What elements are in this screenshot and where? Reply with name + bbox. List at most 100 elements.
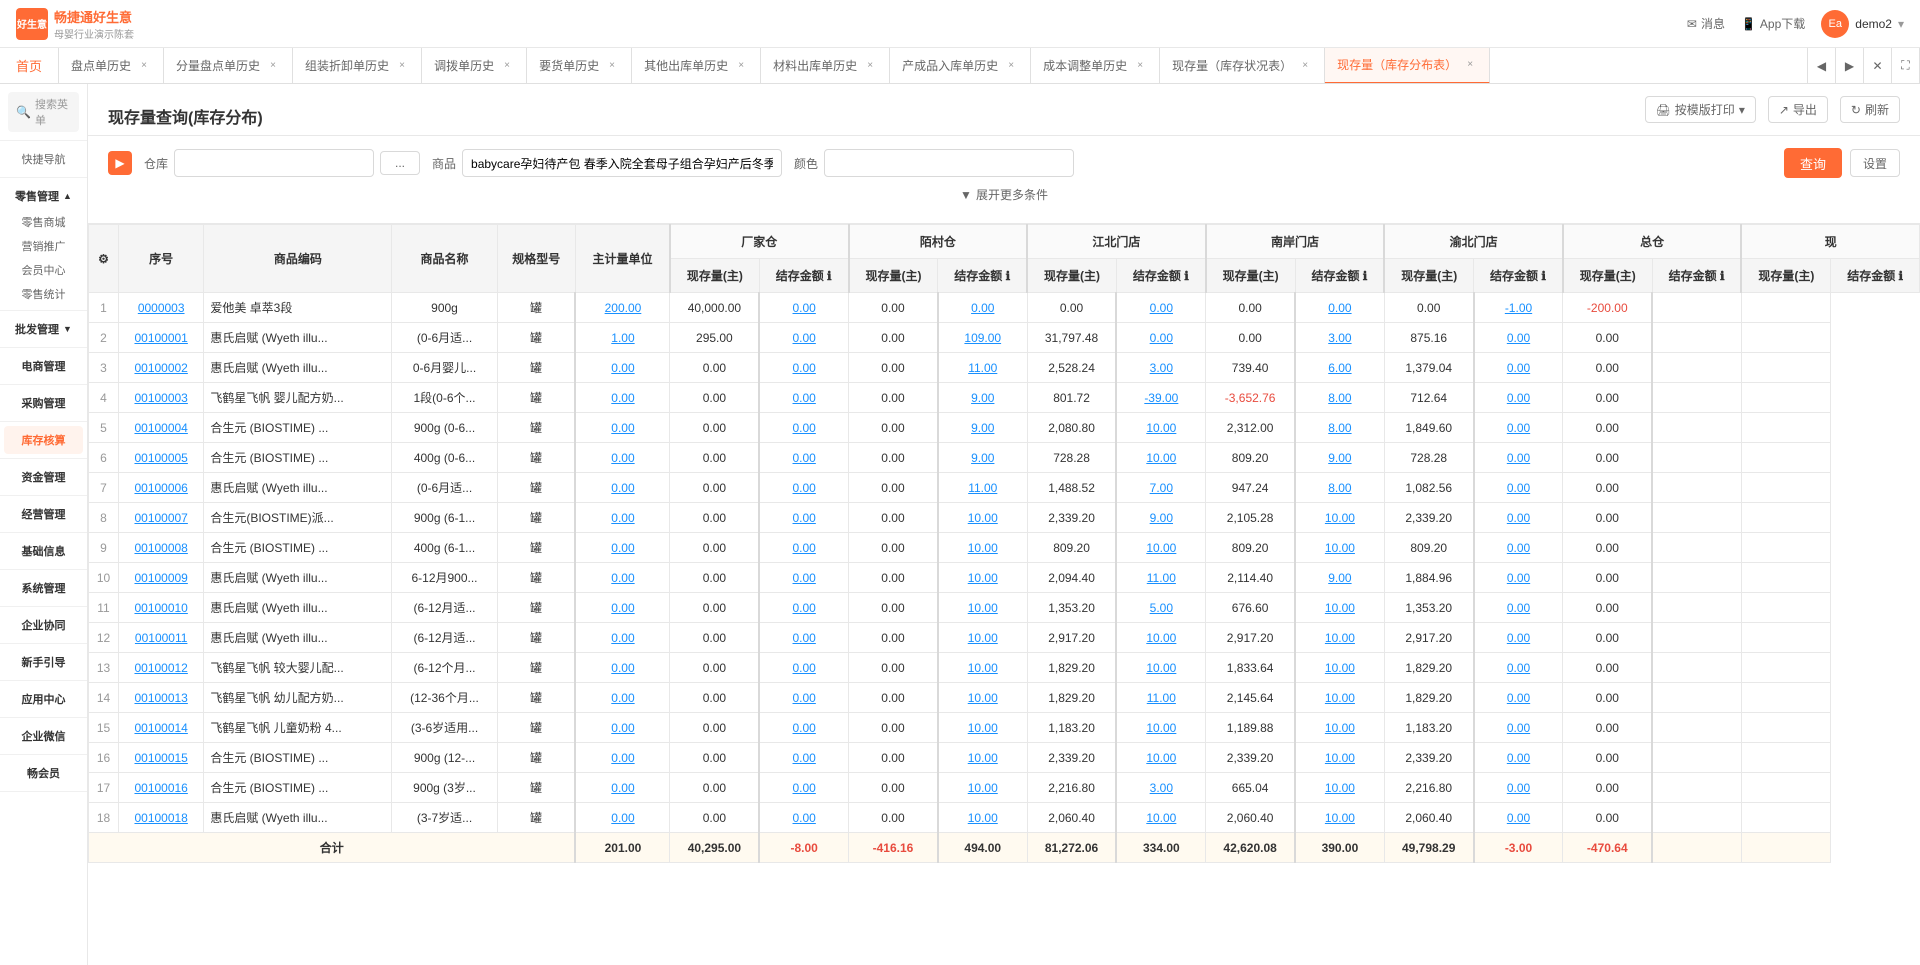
export-button[interactable]: ↗ 导出 — [1768, 96, 1828, 123]
settings-button[interactable]: 设置 — [1850, 149, 1900, 177]
row-changjia-amt: 295.00 — [670, 323, 759, 353]
tab-xiancunliang-kcfb[interactable]: 现存量（库存分布表） × — [1325, 48, 1490, 84]
tab-qitachuku[interactable]: 其他出库单历史 × — [632, 48, 761, 84]
tab-prev-btn[interactable]: ◀ — [1808, 48, 1836, 84]
sidebar-item-kucun[interactable]: 库存核算 — [4, 426, 83, 454]
th-cur-amt: 结存金额 ℹ — [1831, 259, 1920, 293]
tab-diaobodanhist[interactable]: 调拨单历史 × — [422, 48, 527, 84]
row-name: 惠氏启赋 (Wyeth illu... — [204, 623, 392, 653]
row-name: 惠氏启赋 (Wyeth illu... — [204, 323, 392, 353]
warehouse-picker-btn[interactable]: ... — [380, 151, 420, 175]
tab-yaohuo[interactable]: 要货单历史 × — [527, 48, 632, 84]
sidebar-item-xitong[interactable]: 系统管理 — [0, 574, 87, 602]
sidebar-item-qiyewechat[interactable]: 企业微信 — [0, 722, 87, 750]
print-button[interactable]: 🖨 按模版打印 ▾ — [1645, 96, 1756, 123]
user-area[interactable]: Ea demo2 ▾ — [1821, 10, 1904, 38]
row-yb-qty: 10.00 — [1295, 503, 1384, 533]
tab-cailiaochu[interactable]: 材料出库单历史 × — [761, 48, 890, 84]
sidebar-item-kuaijie[interactable]: 快捷导航 — [0, 145, 87, 173]
row-mocun-amt: 0.00 — [849, 503, 938, 533]
row-changjia-qty: 0.00 — [575, 503, 670, 533]
row-code: 00100006 — [119, 473, 204, 503]
tab-maximize-btn[interactable]: ⛶ — [1892, 48, 1920, 84]
sidebar-item-dianshang[interactable]: 电商管理 — [0, 352, 87, 380]
row-unit: 罐 — [497, 533, 575, 563]
sidebar-item-pifa[interactable]: 批发管理 ▼ — [0, 315, 87, 343]
row-zc-qty: 0.00 — [1474, 323, 1563, 353]
row-zc-qty: 0.00 — [1474, 713, 1563, 743]
sidebar-section-kucun: 库存核算 — [0, 422, 87, 459]
expand-conditions-btn[interactable]: ▼ 展开更多条件 — [960, 186, 1048, 203]
settings-icon[interactable]: ⚙ — [98, 252, 109, 266]
app-download-btn[interactable]: 📱 App下载 — [1741, 15, 1805, 32]
tab-close-all-btn[interactable]: ✕ — [1864, 48, 1892, 84]
tab-close-icon[interactable]: × — [1133, 59, 1147, 73]
warehouse-input[interactable] — [174, 149, 374, 177]
tab-home[interactable]: 首页 — [0, 48, 59, 84]
tab-next-btn[interactable]: ▶ — [1836, 48, 1864, 84]
sidebar-item-yingyongzx[interactable]: 应用中心 — [0, 685, 87, 713]
tab-chengbentiaoz[interactable]: 成本调整单历史 × — [1031, 48, 1160, 84]
row-na-qty: 10.00 — [1116, 653, 1205, 683]
filter-toggle-btn[interactable]: ▶ — [108, 151, 132, 175]
row-zc-amt: 0.00 — [1563, 533, 1652, 563]
sidebar-item-lingshoutj[interactable]: 零售统计 — [0, 282, 87, 306]
tab-xiancunliang-kczt[interactable]: 现存量（库存状况表） × — [1160, 48, 1325, 84]
th-zc-qty: 现存量(主) — [1563, 259, 1652, 293]
tab-close-icon[interactable]: × — [266, 59, 280, 73]
sidebar-item-lingshoushangcheng[interactable]: 零售商城 — [0, 210, 87, 234]
refresh-button[interactable]: ↻ 刷新 — [1840, 96, 1900, 123]
sidebar-item-jichu[interactable]: 基础信息 — [0, 537, 87, 565]
tab-close-icon[interactable]: × — [1004, 59, 1018, 73]
row-yb-amt: 712.64 — [1384, 383, 1473, 413]
row-spec: 900g (6-1... — [392, 503, 497, 533]
th-no: 序号 — [119, 225, 204, 293]
row-cur-amt — [1741, 743, 1830, 773]
row-zc-amt: 0.00 — [1563, 803, 1652, 833]
color-input[interactable] — [824, 149, 1074, 177]
sidebar-section-zijin: 资金管理 — [0, 459, 87, 496]
tab-close-icon[interactable]: × — [500, 59, 514, 73]
row-na-qty: 5.00 — [1116, 593, 1205, 623]
tab-close-icon[interactable]: × — [863, 59, 877, 73]
search-box[interactable]: 🔍 搜索英单 — [8, 92, 79, 132]
tab-zuzhezhecai[interactable]: 组装折卸单历史 × — [293, 48, 422, 84]
message-btn[interactable]: ✉ 消息 — [1687, 15, 1725, 32]
th-settings[interactable]: ⚙ — [89, 225, 119, 293]
tab-close-icon[interactable]: × — [1298, 59, 1312, 73]
sidebar-item-huiyuanzhx[interactable]: 会员中心 — [0, 258, 87, 282]
sidebar-item-zijin[interactable]: 资金管理 — [0, 463, 87, 491]
table-row: 5 00100004 合生元 (BIOSTIME) ... 900g (0-6.… — [89, 413, 1920, 443]
tab-chanchengpin[interactable]: 产成品入库单历史 × — [890, 48, 1031, 84]
tab-close-icon[interactable]: × — [137, 59, 151, 73]
sidebar-search-area[interactable]: 🔍 搜索英单 — [0, 84, 87, 141]
sidebar-item-lingshou[interactable]: 零售管理 ▲ — [0, 182, 87, 210]
product-input[interactable] — [462, 149, 782, 177]
query-button[interactable]: 查询 — [1784, 148, 1842, 178]
row-cur-qty — [1652, 773, 1741, 803]
tab-close-icon[interactable]: × — [395, 59, 409, 73]
tab-fenpandian[interactable]: 分量盘点单历史 × — [164, 48, 293, 84]
row-mocun-amt: 0.00 — [849, 563, 938, 593]
tab-close-icon[interactable]: × — [1463, 58, 1477, 72]
row-zc-amt: -200.00 — [1563, 293, 1652, 323]
row-na-qty: 11.00 — [1116, 683, 1205, 713]
row-cur-qty — [1652, 653, 1741, 683]
row-name: 合生元 (BIOSTIME) ... — [204, 443, 392, 473]
row-jb-amt: 2,339.20 — [1027, 503, 1116, 533]
tab-close-icon[interactable]: × — [605, 59, 619, 73]
sidebar-item-jingying[interactable]: 经营管理 — [0, 500, 87, 528]
row-spec: 900g (12-... — [392, 743, 497, 773]
th-nanan-group: 南岸门店 — [1206, 225, 1385, 259]
sidebar-item-qiyexieton[interactable]: 企业协同 — [0, 611, 87, 639]
sidebar-item-changhui[interactable]: 畅会员 — [0, 759, 87, 787]
row-cur-amt — [1741, 443, 1830, 473]
tab-close-icon[interactable]: × — [734, 59, 748, 73]
sidebar-item-caigou[interactable]: 采购管理 — [0, 389, 87, 417]
row-jb-amt: 0.00 — [1027, 293, 1116, 323]
row-changjia-qty: 0.00 — [575, 773, 670, 803]
tab-pandian[interactable]: 盘点单历史 × — [59, 48, 164, 84]
row-yb-qty: 0.00 — [1295, 293, 1384, 323]
sidebar-item-yingxiaotg[interactable]: 营销推广 — [0, 234, 87, 258]
sidebar-item-xinshouyindao[interactable]: 新手引导 — [0, 648, 87, 676]
